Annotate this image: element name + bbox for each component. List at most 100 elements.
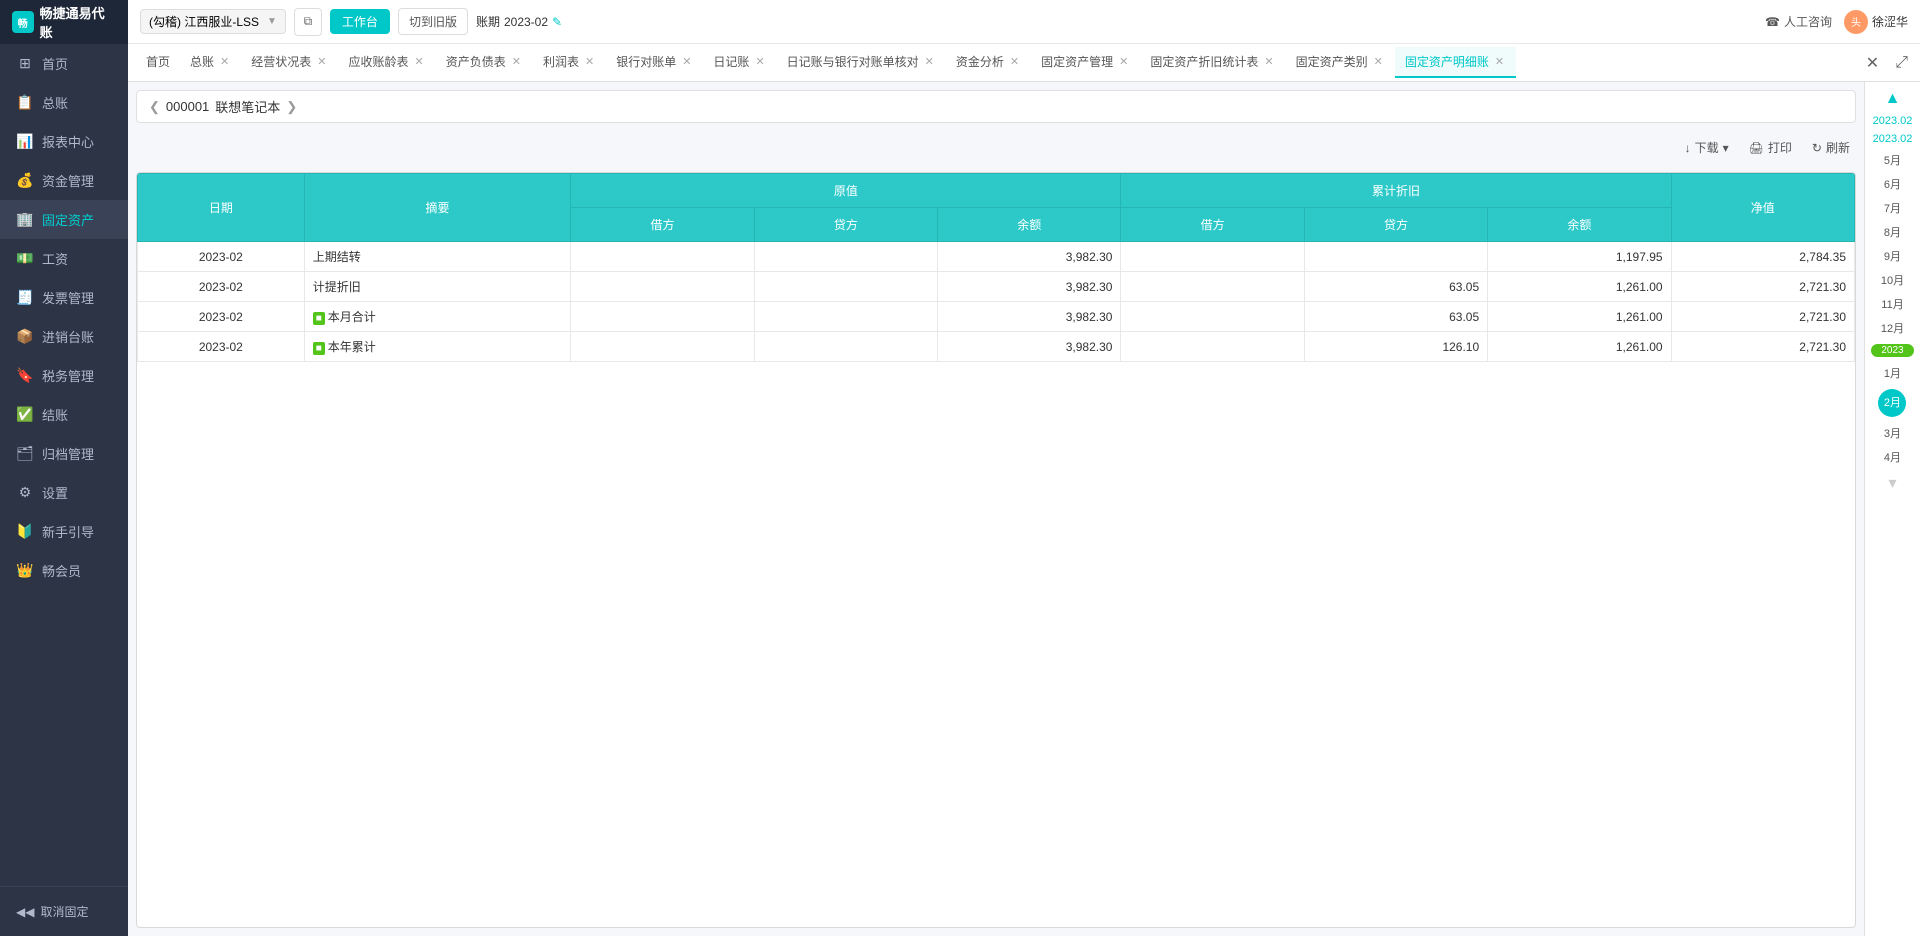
tab-label: 固定资产管理: [1041, 53, 1113, 70]
timeline-month[interactable]: 1月: [1871, 361, 1915, 385]
download-label: 下载: [1695, 139, 1719, 156]
nav-label-guide: 新手引导: [42, 522, 94, 541]
timeline-month[interactable]: 12月: [1871, 316, 1915, 340]
tab-银行对账单[interactable]: 银行对账单✕: [606, 47, 703, 78]
print-button[interactable]: 🖨 打印: [1743, 135, 1798, 160]
timeline-month[interactable]: 10月: [1871, 268, 1915, 292]
cell-orig-balance: 3,982.30: [938, 272, 1121, 302]
refresh-button[interactable]: ↻ 刷新: [1806, 135, 1856, 160]
nav-back-arrow[interactable]: ❮: [149, 99, 160, 115]
tab-close-btn[interactable]: ✕: [510, 54, 523, 69]
tab-close-btn[interactable]: ✕: [413, 54, 426, 69]
sidebar-item-funds[interactable]: 💰资金管理: [0, 161, 128, 200]
cell-date: 2023-02: [138, 272, 305, 302]
switch-version-button[interactable]: 切到旧版: [398, 8, 468, 35]
timeline-month[interactable]: 9月: [1871, 244, 1915, 268]
tab-close-btn[interactable]: ✕: [315, 54, 328, 69]
sidebar-item-invoice[interactable]: 🧾发票管理: [0, 278, 128, 317]
pin-label: 取消固定: [40, 903, 88, 920]
tab-label: 利润表: [543, 53, 579, 70]
tab-固定资产类别[interactable]: 固定资产类别✕: [1286, 47, 1395, 78]
sidebar-item-guide[interactable]: 🔰新手引导: [0, 512, 128, 551]
download-arrow: ▾: [1723, 141, 1729, 155]
tab-close-btn[interactable]: ✕: [753, 54, 766, 69]
pin-toggle[interactable]: ◀◀ 取消固定: [0, 895, 128, 928]
tab-close-btn[interactable]: ✕: [218, 54, 231, 69]
tab-经营状况表[interactable]: 经营状况表 ✕: [241, 47, 338, 78]
download-icon: ↓: [1685, 141, 1691, 155]
sidebar-item-settings[interactable]: ⚙设置: [0, 473, 128, 512]
download-button[interactable]: ↓ 下载 ▾: [1679, 135, 1735, 160]
tab-固定资产折旧统计表[interactable]: 固定资产折旧统计表✕: [1140, 47, 1285, 78]
topbar: (勾稽) 江西服业-LSS ▼ ⧉ 工作台 切到旧版 账期 2023-02 ✎ …: [128, 0, 1920, 44]
tab-close-btn[interactable]: ✕: [583, 54, 596, 69]
tab-资金分析[interactable]: 资金分析✕: [946, 47, 1031, 78]
user-menu[interactable]: 头 徐涩华: [1844, 10, 1908, 34]
nav-icon-assets: 🏢: [16, 211, 34, 228]
timeline-period[interactable]: 2023.02: [1871, 112, 1915, 130]
period-prefix: 账期: [476, 13, 500, 30]
sidebar-item-archive[interactable]: 🗂归档管理: [0, 434, 128, 473]
timeline-period[interactable]: 2023.02: [1871, 130, 1915, 148]
support-label: 人工咨询: [1784, 13, 1832, 30]
cell-orig-credit: [754, 272, 937, 302]
table-row: 2023-02 ■本月合计 3,982.30 63.05 1,261.00 2,…: [138, 302, 1855, 332]
timeline-month[interactable]: 5月: [1871, 148, 1915, 172]
support-button[interactable]: ☎ 人工咨询: [1765, 13, 1832, 30]
sidebar-item-settlement[interactable]: ✅结账: [0, 395, 128, 434]
nav-icon-sales: 📦: [16, 328, 34, 345]
timeline-scroll-up[interactable]: ▲: [1881, 86, 1905, 112]
tab-资产负债表[interactable]: 资产负债表 ✕: [436, 47, 533, 78]
timeline-month[interactable]: 11月: [1871, 292, 1915, 316]
cell-net-value: 2,784.35: [1671, 242, 1854, 272]
tab-close-btn[interactable]: ✕: [923, 54, 936, 69]
sidebar-logo: 畅 畅捷通易代账: [0, 0, 128, 44]
timeline-month[interactable]: 7月: [1871, 196, 1915, 220]
period-edit-icon[interactable]: ✎: [552, 15, 562, 29]
nav-forward-arrow[interactable]: ❯: [286, 99, 297, 115]
tab-总账[interactable]: 总账✕: [180, 47, 241, 78]
timeline-month[interactable]: 4月: [1871, 445, 1915, 469]
tab-固定资产管理[interactable]: 固定资产管理 ✕: [1031, 47, 1140, 78]
sidebar-item-ledger[interactable]: 📋总账: [0, 83, 128, 122]
sidebar-item-home[interactable]: ⊞首页: [0, 44, 128, 83]
tab-close-btn[interactable]: ✕: [1117, 54, 1130, 69]
cell-orig-debit: [571, 242, 754, 272]
tab-label: 经营状况表: [251, 53, 311, 70]
cell-orig-credit: [754, 302, 937, 332]
timeline-active-month[interactable]: 2月: [1878, 389, 1906, 417]
tab-日记账与银行对账单核对[interactable]: 日记账与银行对账单核对✕: [777, 47, 946, 78]
sidebar-item-reports[interactable]: 📊报表中心: [0, 122, 128, 161]
header-acc-depreciation-group: 累计折旧: [1121, 174, 1671, 208]
company-selector[interactable]: (勾稽) 江西服业-LSS ▼: [140, 9, 286, 34]
company-dropdown-arrow: ▼: [267, 16, 277, 27]
copy-button[interactable]: ⧉: [294, 8, 322, 36]
close-all-button[interactable]: ✕: [1862, 49, 1883, 77]
tab-首页[interactable]: 首页: [136, 47, 180, 78]
tab-固定资产明细账[interactable]: 固定资产明细账✕: [1395, 47, 1516, 78]
sidebar-item-assets[interactable]: 🏢固定资产: [0, 200, 128, 239]
sidebar-item-sales[interactable]: 📦进销台账: [0, 317, 128, 356]
timeline-month[interactable]: 8月: [1871, 220, 1915, 244]
tab-label: 资产负债表: [446, 53, 506, 70]
left-panel: ❮ 000001 联想笔记本 ❯ ↓ 下载 ▾ 🖨 打印 ↻ 刷新: [128, 82, 1864, 936]
tab-利润表[interactable]: 利润表 ✕: [533, 47, 606, 78]
timeline-scroll-down[interactable]: ▾: [1884, 469, 1900, 497]
tab-日记账[interactable]: 日记账✕: [703, 47, 776, 78]
tab-close-btn[interactable]: ✕: [1262, 54, 1275, 69]
maximize-button[interactable]: ⤢: [1891, 50, 1912, 76]
timeline-month[interactable]: 6月: [1871, 172, 1915, 196]
nav-label-invoice: 发票管理: [42, 288, 94, 307]
tab-close-btn[interactable]: ✕: [1372, 54, 1385, 69]
tab-close-btn[interactable]: ✕: [1008, 54, 1021, 69]
cell-summary: 上期结转: [304, 242, 571, 272]
cell-acc-credit: 126.10: [1304, 332, 1487, 362]
tab-close-btn[interactable]: ✕: [680, 54, 693, 69]
sidebar-item-member[interactable]: 👑畅会员: [0, 551, 128, 590]
sidebar-item-payroll[interactable]: 💵工资: [0, 239, 128, 278]
tab-应收账龄表[interactable]: 应收账龄表✕: [338, 47, 435, 78]
tab-close-btn[interactable]: ✕: [1493, 54, 1506, 69]
workbench-button[interactable]: 工作台: [330, 9, 390, 34]
timeline-month[interactable]: 3月: [1871, 421, 1915, 445]
sidebar-item-tax[interactable]: 🔖税务管理: [0, 356, 128, 395]
